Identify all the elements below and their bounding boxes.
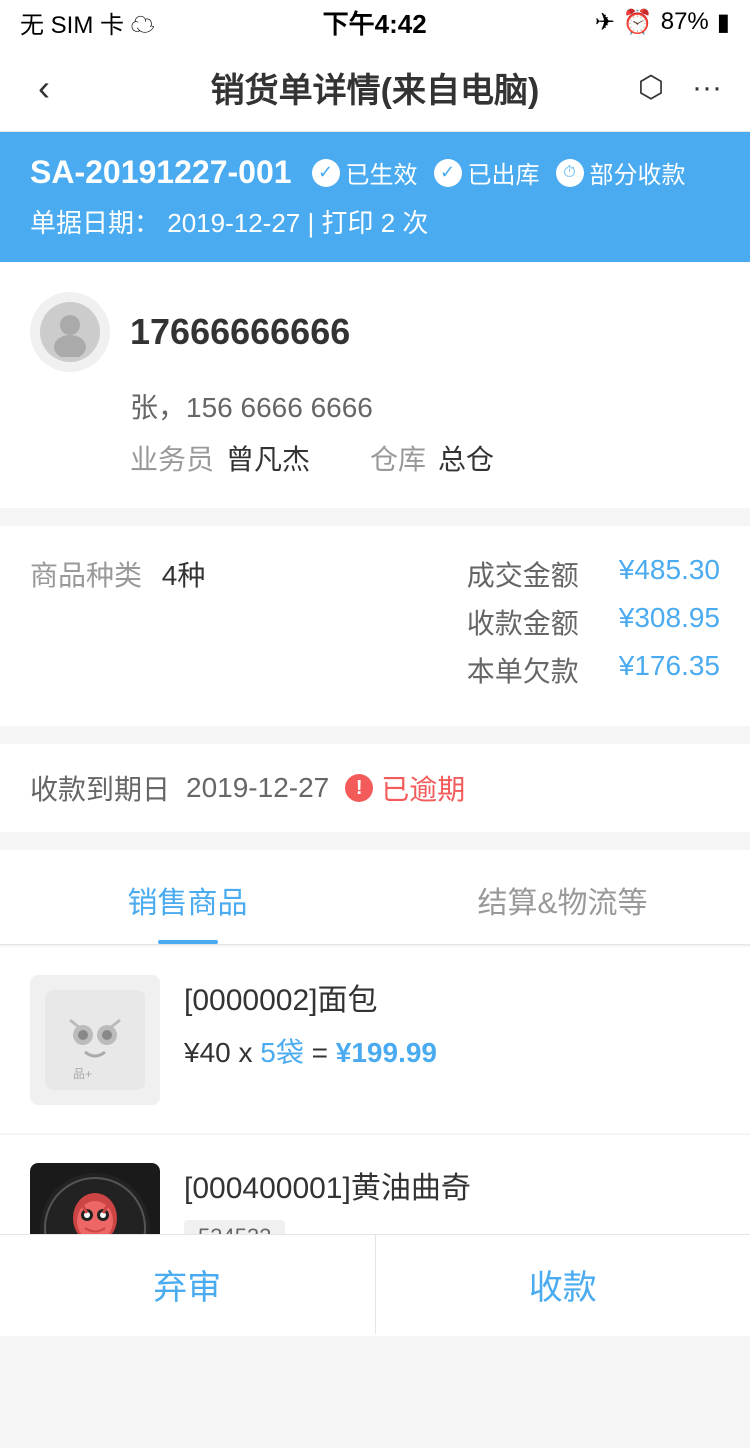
due-label: 收款到期日: [30, 768, 170, 808]
type-label: 商品种类: [30, 560, 142, 591]
product-image-1: 品+: [30, 975, 160, 1105]
stats-amounts: 成交金额 ¥485.30 收款金额 ¥308.95 本单欠款 ¥176.35: [467, 554, 720, 698]
status-left: 无 SIM 卡 ☁: [20, 5, 155, 40]
tab-settlement[interactable]: 结算&物流等: [375, 850, 750, 944]
separator-3: [0, 834, 750, 850]
tabs-row: 销售商品 结算&物流等: [0, 850, 750, 944]
product-price-1: ¥40 x 5袋 = ¥199.99: [184, 1031, 720, 1071]
tabs-section: 销售商品 结算&物流等: [0, 850, 750, 945]
customer-row: 17666666666: [30, 292, 720, 372]
status-time: 下午4:42: [323, 4, 427, 41]
confirm-button[interactable]: 收款: [376, 1235, 750, 1334]
nav-right-actions: ⬡ ···: [638, 70, 722, 105]
overdue-icon: !: [345, 774, 373, 802]
list-item: 品+ [0000002]面包 ¥40 x 5袋 = ¥199.99: [0, 947, 750, 1133]
salesman-label: 业务员: [130, 438, 214, 478]
check-icon-1: ✓: [312, 159, 340, 187]
avatar-icon: [40, 302, 100, 362]
status-right: ✈ ⏰ 87% ▮: [595, 8, 730, 37]
badge-partial-payment: ⏱ 部分收款: [556, 155, 686, 190]
battery-icon: ▮: [717, 8, 730, 37]
deal-amount: ¥485.30: [619, 554, 720, 594]
debt-label: 本单欠款: [467, 650, 579, 690]
due-date: 2019-12-27: [186, 772, 329, 804]
received-amount: ¥308.95: [619, 602, 720, 642]
more-icon[interactable]: ···: [692, 71, 722, 105]
sim-status: 无 SIM 卡 ☁: [20, 5, 155, 40]
product-placeholder-1: 品+: [30, 975, 160, 1105]
battery-status: 87%: [661, 8, 709, 36]
product-details-1: [0000002]面包 ¥40 x 5袋 = ¥199.99: [184, 975, 720, 1071]
overdue-label: 已逾期: [381, 768, 465, 808]
product-qty-1: 5袋: [260, 1037, 304, 1068]
page-title: 销货单详情(来自电脑): [211, 63, 540, 112]
badge-effective: ✓ 已生效: [312, 155, 418, 190]
nav-bar: ‹ 销货单详情(来自电脑) ⬡ ···: [0, 44, 750, 132]
back-button[interactable]: ‹: [28, 57, 60, 119]
type-value: 4种: [162, 560, 206, 591]
warehouse-label: 仓库: [370, 438, 426, 478]
order-id: SA-20191227-001: [30, 154, 292, 191]
share-icon[interactable]: ⬡: [638, 70, 664, 105]
clock-icon: ⏱: [556, 159, 584, 187]
customer-section: 17666666666 张，156 6666 6666 业务员 曾凡杰 仓库 总…: [0, 262, 750, 508]
debt-amount-row: 本单欠款 ¥176.35: [467, 650, 720, 690]
customer-meta: 业务员 曾凡杰 仓库 总仓: [130, 438, 720, 478]
svg-text:品+: 品+: [73, 1067, 92, 1081]
location-icon: ✈: [595, 8, 615, 37]
status-bar: 无 SIM 卡 ☁ 下午4:42 ✈ ⏰ 87% ▮: [0, 0, 750, 44]
debt-amount: ¥176.35: [619, 650, 720, 690]
customer-name: 17666666666: [130, 311, 350, 353]
bottom-spacer: [0, 1338, 750, 1448]
deal-amount-row: 成交金额 ¥485.30: [467, 554, 720, 594]
warehouse-info: 仓库 总仓: [370, 438, 494, 478]
badge-shipped: ✓ 已出库: [434, 155, 540, 190]
deal-label: 成交金额: [467, 554, 579, 594]
due-section: 收款到期日 2019-12-27 ! 已逾期: [0, 744, 750, 832]
warehouse-value: 总仓: [438, 438, 494, 478]
customer-contact: 张，156 6666 6666: [130, 386, 720, 426]
separator-1: [0, 510, 750, 526]
product-name-2: [000400001]黄油曲奇: [184, 1163, 720, 1207]
received-amount-row: 收款金额 ¥308.95: [467, 602, 720, 642]
stats-section: 商品种类 4种 成交金额 ¥485.30 收款金额 ¥308.95 本单欠款 ¥…: [0, 526, 750, 726]
avatar: [30, 292, 110, 372]
cancel-button[interactable]: 弃审: [0, 1235, 376, 1334]
overdue-badge: ! 已逾期: [345, 768, 465, 808]
stats-type: 商品种类 4种: [30, 554, 205, 594]
order-header: SA-20191227-001 ✓ 已生效 ✓ 已出库 ⏱ 部分收款: [0, 132, 750, 262]
check-icon-2: ✓: [434, 159, 462, 187]
received-label: 收款金额: [467, 602, 579, 642]
tab-products[interactable]: 销售商品: [0, 850, 375, 944]
order-date-row: 单据日期： 2019-12-27 | 打印 2 次: [30, 203, 720, 240]
salesman-info: 业务员 曾凡杰: [130, 438, 310, 478]
separator-2: [0, 728, 750, 744]
salesman-value: 曾凡杰: [226, 438, 310, 478]
order-header-top: SA-20191227-001 ✓ 已生效 ✓ 已出库 ⏱ 部分收款: [30, 154, 720, 191]
alarm-icon: ⏰: [623, 8, 653, 37]
product-total-1: ¥199.99: [336, 1037, 437, 1068]
order-badges: ✓ 已生效 ✓ 已出库 ⏱ 部分收款: [312, 155, 686, 190]
product-name-1: [0000002]面包: [184, 975, 720, 1019]
bottom-bar: 弃审 收款: [0, 1234, 750, 1334]
